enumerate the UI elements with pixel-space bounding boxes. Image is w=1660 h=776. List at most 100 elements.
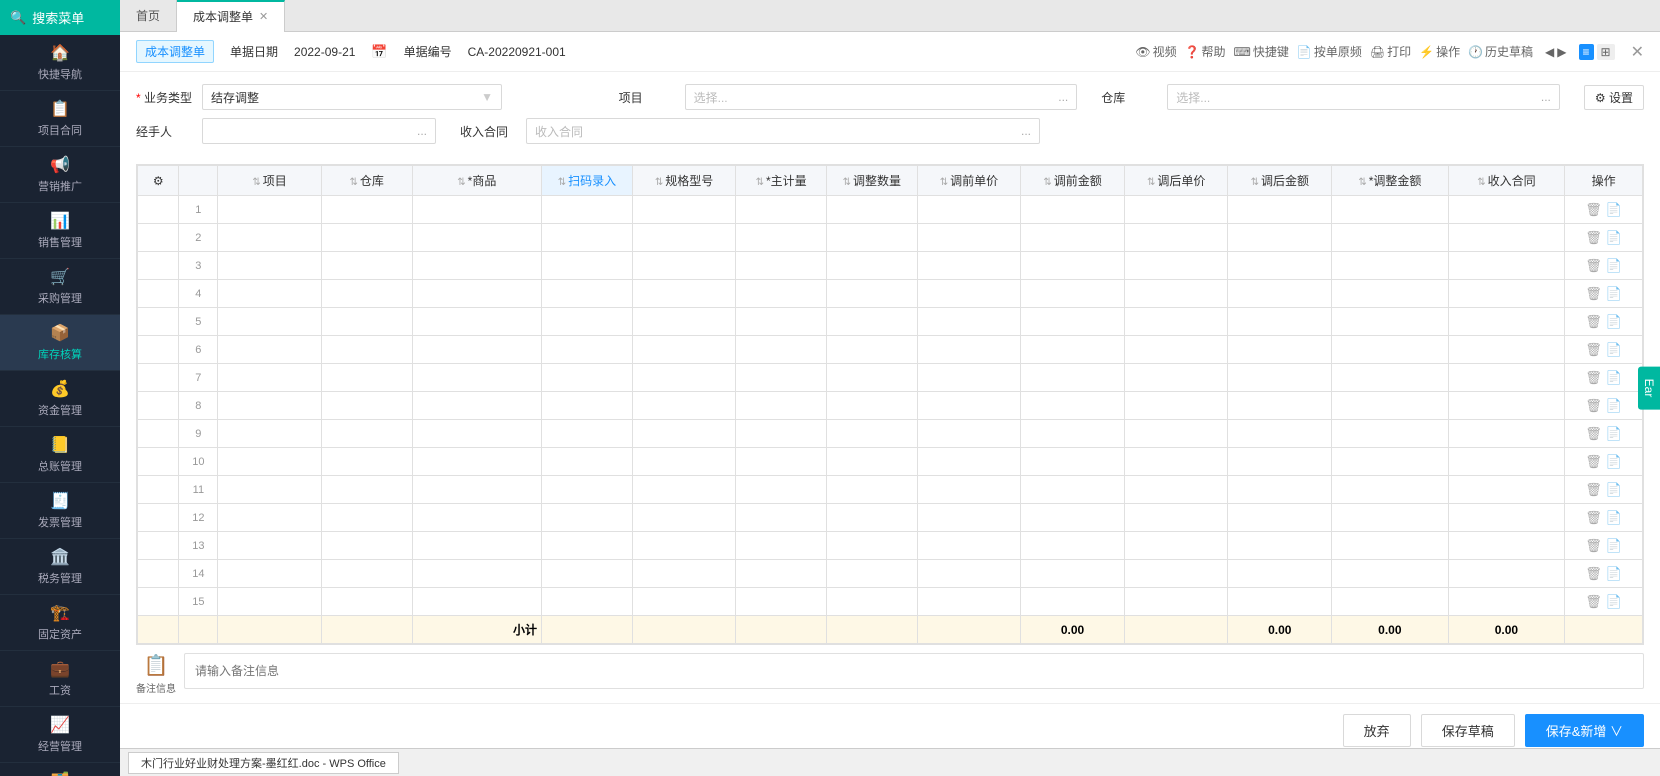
sidebar-item-ops-mgmt[interactable]: 📈 经营管理 xyxy=(0,707,120,763)
cell-warehouse-13[interactable] xyxy=(321,532,412,560)
cell-after-amount-14[interactable] xyxy=(1228,560,1332,588)
sidebar-item-project-contract[interactable]: 📋 项目合同 xyxy=(0,91,120,147)
delete-icon-9[interactable]: 🗑 xyxy=(1585,426,1602,442)
cell-gear-9[interactable] xyxy=(138,420,179,448)
cell-warehouse-4[interactable] xyxy=(321,280,412,308)
cell-warehouse-9[interactable] xyxy=(321,420,412,448)
cell-before-amount-2[interactable] xyxy=(1021,224,1125,252)
cell-adjust-amount-3[interactable] xyxy=(1332,252,1449,280)
delete-icon-3[interactable]: 🗑 xyxy=(1585,258,1602,274)
form-close-btn[interactable]: ✕ xyxy=(1631,42,1644,62)
cell-spec-10[interactable] xyxy=(632,448,736,476)
cell-spec-8[interactable] xyxy=(632,392,736,420)
cell-after-price-8[interactable] xyxy=(1124,392,1228,420)
cell-income-contract-11[interactable] xyxy=(1448,476,1565,504)
cell-income-contract-7[interactable] xyxy=(1448,364,1565,392)
cell-after-price-12[interactable] xyxy=(1124,504,1228,532)
cell-gear-6[interactable] xyxy=(138,336,179,364)
tab-home[interactable]: 首页 xyxy=(120,0,177,32)
cell-project-15[interactable] xyxy=(218,588,322,616)
sidebar-item-invoice[interactable]: 🧾 发票管理 xyxy=(0,483,120,539)
cell-gear-8[interactable] xyxy=(138,392,179,420)
cell-qty-7[interactable] xyxy=(826,364,917,392)
cell-unit-5[interactable] xyxy=(736,308,827,336)
cell-spec-3[interactable] xyxy=(632,252,736,280)
cell-income-contract-3[interactable] xyxy=(1448,252,1565,280)
cell-spec-9[interactable] xyxy=(632,420,736,448)
delete-icon-15[interactable]: 🗑 xyxy=(1585,594,1602,610)
cell-qty-1[interactable] xyxy=(826,196,917,224)
cell-spec-14[interactable] xyxy=(632,560,736,588)
cell-project-11[interactable] xyxy=(218,476,322,504)
cell-gear-5[interactable] xyxy=(138,308,179,336)
cell-qty-14[interactable] xyxy=(826,560,917,588)
cell-project-12[interactable] xyxy=(218,504,322,532)
cell-project-1[interactable] xyxy=(218,196,322,224)
cell-after-price-10[interactable] xyxy=(1124,448,1228,476)
copy-icon-9[interactable]: 📄 xyxy=(1606,426,1622,442)
action-shortcut[interactable]: ⌨ 快捷键 xyxy=(1234,43,1289,60)
gear-icon[interactable]: ⚙ xyxy=(153,174,164,188)
cell-before-amount-9[interactable] xyxy=(1021,420,1125,448)
cell-before-amount-4[interactable] xyxy=(1021,280,1125,308)
cell-before-price-7[interactable] xyxy=(917,364,1021,392)
handler-input[interactable]: ... xyxy=(202,118,436,144)
cell-scan-1[interactable] xyxy=(542,196,633,224)
cell-warehouse-6[interactable] xyxy=(321,336,412,364)
cell-adjust-amount-4[interactable] xyxy=(1332,280,1449,308)
cell-spec-4[interactable] xyxy=(632,280,736,308)
delete-icon-7[interactable]: 🗑 xyxy=(1585,370,1602,386)
cell-after-amount-11[interactable] xyxy=(1228,476,1332,504)
cell-scan-10[interactable] xyxy=(542,448,633,476)
business-type-input[interactable]: 结存调整 ▼ xyxy=(202,84,502,110)
cell-project-6[interactable] xyxy=(218,336,322,364)
delete-icon-6[interactable]: 🗑 xyxy=(1585,342,1602,358)
cell-before-price-1[interactable] xyxy=(917,196,1021,224)
taskbar-item[interactable]: 木门行业好业财处理方案-墨红红.doc - WPS Office xyxy=(128,752,399,774)
cell-goods-2[interactable] xyxy=(412,224,542,252)
cell-after-price-2[interactable] xyxy=(1124,224,1228,252)
cell-warehouse-12[interactable] xyxy=(321,504,412,532)
cell-before-amount-6[interactable] xyxy=(1021,336,1125,364)
prev-arrow[interactable]: ◀ xyxy=(1545,45,1554,59)
cell-warehouse-5[interactable] xyxy=(321,308,412,336)
cell-gear-2[interactable] xyxy=(138,224,179,252)
cell-goods-11[interactable] xyxy=(412,476,542,504)
cell-project-14[interactable] xyxy=(218,560,322,588)
cell-project-2[interactable] xyxy=(218,224,322,252)
cell-before-amount-14[interactable] xyxy=(1021,560,1125,588)
cell-gear-7[interactable] xyxy=(138,364,179,392)
sidebar-item-sales[interactable]: 📊 销售管理 xyxy=(0,203,120,259)
cell-adjust-amount-1[interactable] xyxy=(1332,196,1449,224)
cell-adjust-amount-7[interactable] xyxy=(1332,364,1449,392)
cell-qty-13[interactable] xyxy=(826,532,917,560)
cell-warehouse-2[interactable] xyxy=(321,224,412,252)
copy-icon-8[interactable]: 📄 xyxy=(1606,398,1622,414)
save-draft-button[interactable]: 保存草稿 xyxy=(1421,714,1515,747)
cell-warehouse-7[interactable] xyxy=(321,364,412,392)
cell-scan-7[interactable] xyxy=(542,364,633,392)
cell-gear-12[interactable] xyxy=(138,504,179,532)
cell-goods-5[interactable] xyxy=(412,308,542,336)
cell-before-amount-7[interactable] xyxy=(1021,364,1125,392)
cell-after-price-7[interactable] xyxy=(1124,364,1228,392)
delete-icon-5[interactable]: 🗑 xyxy=(1585,314,1602,330)
cell-unit-12[interactable] xyxy=(736,504,827,532)
cell-goods-4[interactable] xyxy=(412,280,542,308)
cell-gear-4[interactable] xyxy=(138,280,179,308)
right-panel-ear[interactable]: Ear xyxy=(1638,367,1660,410)
cell-after-amount-6[interactable] xyxy=(1228,336,1332,364)
date-edit-icon[interactable]: 📅 xyxy=(371,44,387,60)
sidebar-search[interactable]: 🔍 搜索菜单 xyxy=(0,0,120,35)
cell-after-price-6[interactable] xyxy=(1124,336,1228,364)
cell-before-amount-11[interactable] xyxy=(1021,476,1125,504)
action-view[interactable]: 👁 视频 xyxy=(1135,43,1176,60)
cell-warehouse-1[interactable] xyxy=(321,196,412,224)
cell-qty-5[interactable] xyxy=(826,308,917,336)
cell-after-price-3[interactable] xyxy=(1124,252,1228,280)
cell-after-price-11[interactable] xyxy=(1124,476,1228,504)
copy-icon-14[interactable]: 📄 xyxy=(1606,566,1622,582)
cell-project-5[interactable] xyxy=(218,308,322,336)
delete-icon-2[interactable]: 🗑 xyxy=(1585,230,1602,246)
sort-icon-adjust-amount[interactable]: ⇅ xyxy=(1358,177,1366,188)
